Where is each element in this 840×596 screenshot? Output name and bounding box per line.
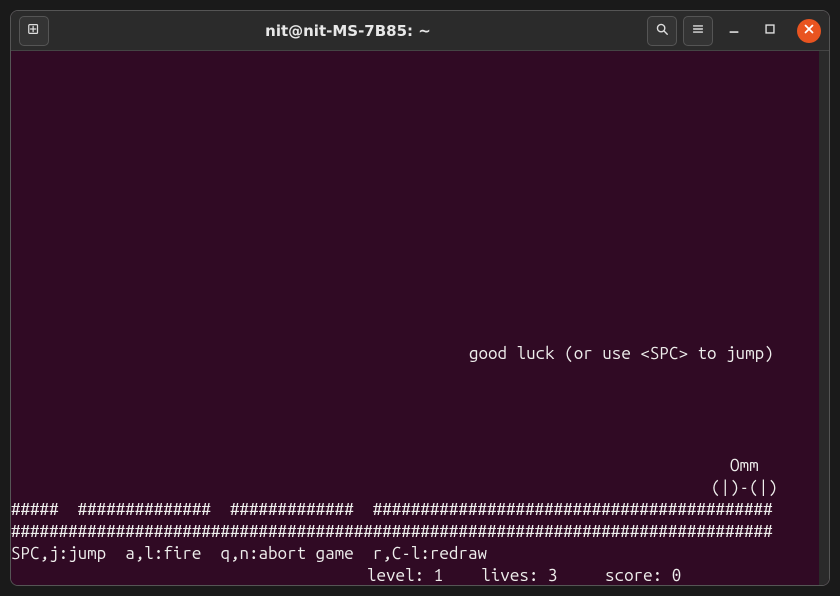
lives-value: 3 <box>548 566 558 585</box>
level-label: level: <box>367 566 434 585</box>
ground-row-2: ########################################… <box>11 521 819 543</box>
menu-icon <box>691 21 705 40</box>
controls-hint: SPC,j:jump a,l:fire q,n:abort game r,C-l… <box>11 543 487 565</box>
status-bar: level: 1 lives: 3 score: 0 <box>367 565 681 586</box>
maximize-button[interactable] <box>755 16 785 46</box>
titlebar-left <box>19 16 49 46</box>
new-tab-button[interactable] <box>19 16 49 46</box>
minimize-icon <box>727 21 741 40</box>
sprite-line-1: Omm <box>711 456 759 475</box>
score-label: score: <box>605 566 672 585</box>
close-icon <box>802 21 816 40</box>
minimize-button[interactable] <box>719 16 749 46</box>
titlebar: nit@nit-MS-7B85: ~ <box>11 11 829 51</box>
close-button[interactable] <box>797 19 821 43</box>
terminal-viewport[interactable]: good luck (or use <SPC> to jump) Omm (|)… <box>11 51 829 585</box>
maximize-icon <box>763 21 777 40</box>
window-title: nit@nit-MS-7B85: ~ <box>49 22 647 40</box>
terminal-window: nit@nit-MS-7B85: ~ <box>10 10 830 586</box>
menu-button[interactable] <box>683 16 713 46</box>
player-sprite: Omm (|)-(|) <box>711 455 778 499</box>
titlebar-right <box>647 16 821 46</box>
ground-row-1: ##### ############## ############# #####… <box>11 499 819 521</box>
search-icon <box>655 21 669 40</box>
lives-label: lives: <box>481 566 548 585</box>
new-tab-icon <box>27 21 41 40</box>
search-button[interactable] <box>647 16 677 46</box>
level-value: 1 <box>434 566 444 585</box>
hint-message: good luck (or use <SPC> to jump) <box>469 343 774 365</box>
sprite-line-2: (|)-(|) <box>711 478 778 497</box>
score-value: 0 <box>672 566 682 585</box>
